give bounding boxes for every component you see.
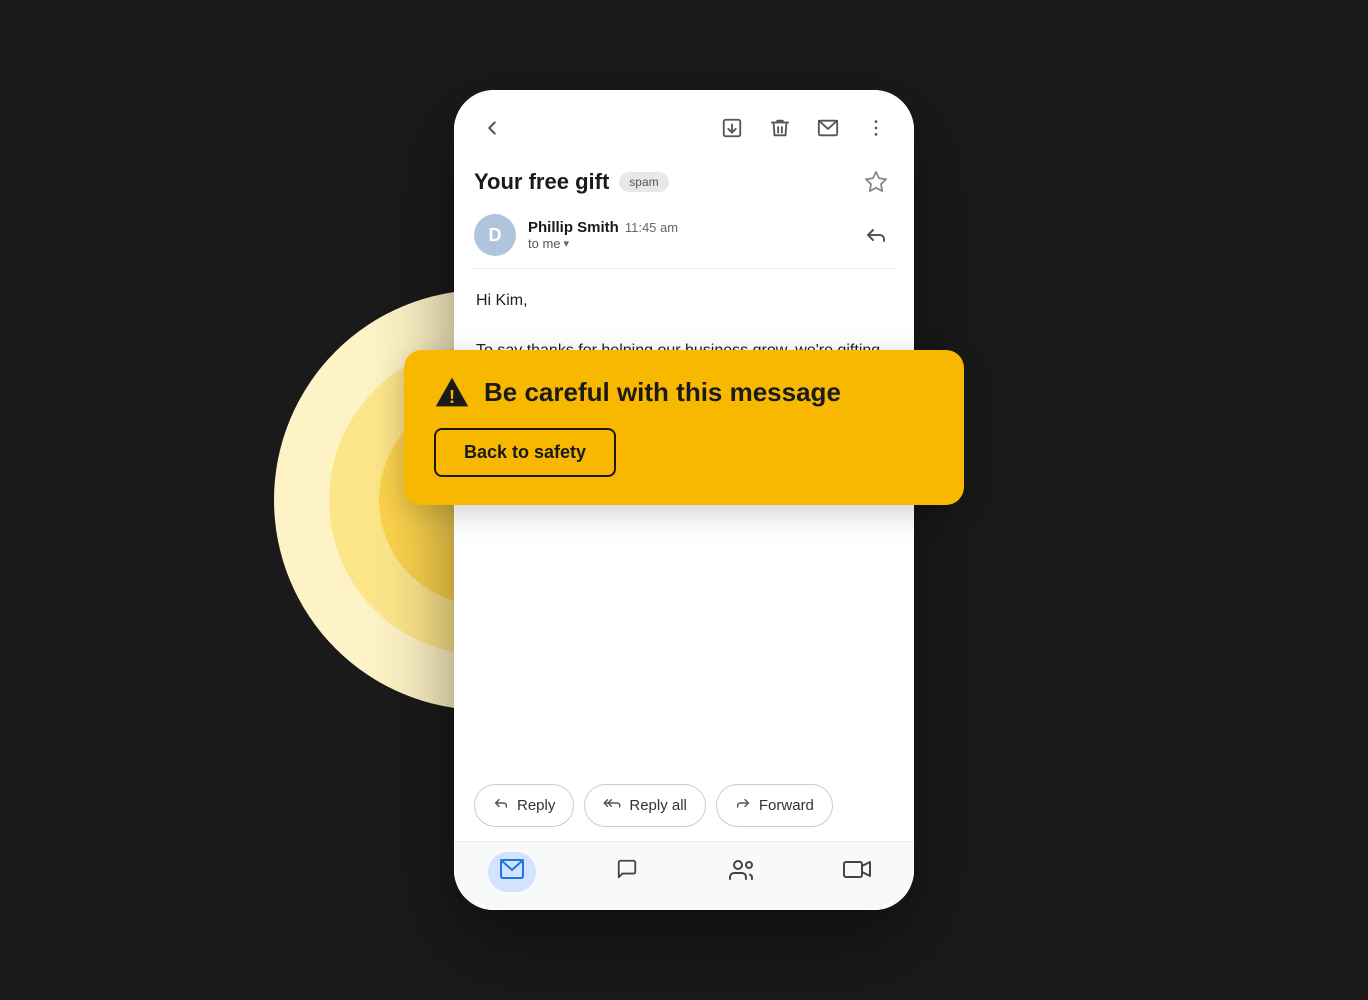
reply-all-button[interactable]: Reply all	[584, 784, 706, 827]
nav-mail-icon	[500, 858, 524, 886]
reply-icon-button[interactable]	[858, 217, 894, 253]
email-body: Hi Kim, To say thanks for helping our bu…	[454, 269, 914, 772]
topbar-left	[474, 110, 510, 146]
warning-banner: ! Be careful with this message Back to s…	[404, 350, 964, 505]
sender-to[interactable]: to me ▾	[528, 236, 678, 251]
greeting: Hi Kim,	[476, 289, 892, 314]
chevron-down-icon[interactable]: ▾	[564, 237, 570, 250]
download-button[interactable]	[714, 110, 750, 146]
warning-title: Be careful with this message	[484, 377, 841, 408]
bottom-nav	[454, 841, 914, 910]
email-header: Your free gift spam D Philli	[454, 156, 914, 268]
sender-name-row: Phillip Smith 11:45 am	[528, 219, 678, 236]
reply-label: Reply	[517, 797, 555, 814]
forward-button[interactable]: Forward	[716, 784, 833, 827]
sender-left: D Phillip Smith 11:45 am to me ▾	[474, 214, 678, 256]
reply-all-label: Reply all	[629, 797, 687, 814]
reply-all-icon	[603, 795, 621, 816]
nav-chat-button[interactable]	[603, 852, 651, 892]
scene: Your free gift spam D Philli	[334, 60, 1034, 940]
sender-name: Phillip Smith	[528, 219, 619, 236]
to-label: to me	[528, 236, 561, 251]
nav-video-icon	[843, 858, 871, 886]
avatar: D	[474, 214, 516, 256]
subject-left: Your free gift spam	[474, 169, 669, 195]
mail-button[interactable]	[810, 110, 846, 146]
warning-triangle-icon: !	[434, 374, 470, 410]
warning-title-row: ! Be careful with this message	[434, 374, 934, 410]
phone-frame: Your free gift spam D Philli	[454, 90, 914, 910]
back-button[interactable]	[474, 110, 510, 146]
back-to-safety-button[interactable]: Back to safety	[434, 428, 616, 477]
subject-row: Your free gift spam	[474, 164, 894, 200]
sender-info: Phillip Smith 11:45 am to me ▾	[528, 219, 678, 251]
subject-text: Your free gift	[474, 169, 609, 195]
forward-label: Forward	[759, 797, 814, 814]
forward-icon	[735, 795, 751, 816]
sender-time: 11:45 am	[625, 220, 678, 235]
reply-button[interactable]: Reply	[474, 784, 574, 827]
nav-mail-button[interactable]	[488, 852, 536, 892]
spam-badge: spam	[619, 172, 668, 192]
sender-row: D Phillip Smith 11:45 am to me ▾	[474, 214, 894, 256]
topbar-right	[714, 110, 894, 146]
nav-people-button[interactable]	[718, 852, 766, 892]
nav-video-button[interactable]	[833, 852, 881, 892]
nav-chat-icon	[615, 858, 639, 886]
more-button[interactable]	[858, 110, 894, 146]
reply-row: Reply Reply all Fo	[454, 772, 914, 841]
star-button[interactable]	[858, 164, 894, 200]
nav-people-icon	[728, 858, 756, 886]
trash-button[interactable]	[762, 110, 798, 146]
svg-text:!: !	[449, 387, 455, 407]
reply-icon	[493, 795, 509, 816]
topbar	[454, 90, 914, 156]
